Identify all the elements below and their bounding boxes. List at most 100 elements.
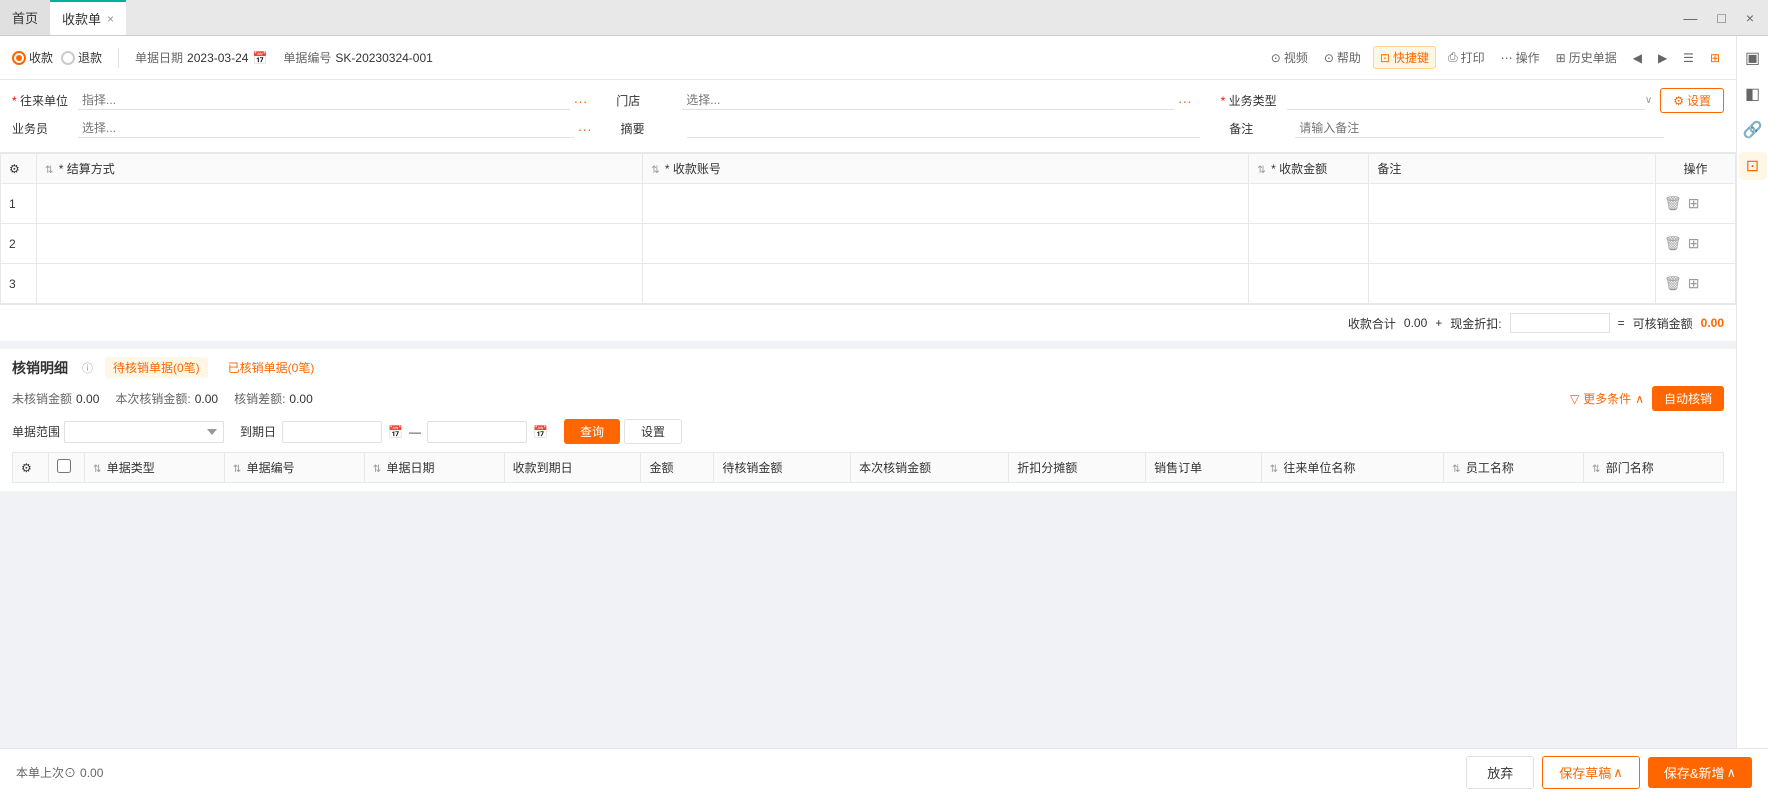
- discount-input[interactable]: [1510, 313, 1610, 333]
- counterpart-input[interactable]: [78, 91, 570, 110]
- nuclear-check-all[interactable]: [57, 459, 71, 473]
- toolbar: 收款 退款 单据日期 2023-03-24 📅 单据编号 SK-20230324…: [0, 36, 1736, 80]
- settings-btn[interactable]: ⚙ 设置: [1660, 88, 1724, 113]
- calendar-from-icon[interactable]: 📅: [388, 425, 403, 439]
- refund-radio[interactable]: 退款: [61, 49, 102, 66]
- calendar-to-icon[interactable]: 📅: [533, 425, 548, 439]
- row-3-account[interactable]: [643, 264, 1249, 304]
- done-tab[interactable]: 已核销单据(0笔): [220, 357, 323, 378]
- business-type-label: 业务类型: [1221, 92, 1281, 109]
- row-2-account[interactable]: [643, 224, 1249, 264]
- table-row: 2 🗑 ⊞: [1, 224, 1736, 264]
- nuclear-sales-col: 销售订单: [1146, 453, 1262, 483]
- row-2-delete-icon[interactable]: 🗑: [1664, 235, 1682, 252]
- print-btn[interactable]: ⎙ 打印: [1444, 47, 1489, 68]
- tab-receipt[interactable]: 收款单 ×: [50, 0, 126, 35]
- nuclear-section: 核销明细 ⓘ 待核销单据(0笔) 已核销单据(0笔) 未核销金额 0.00 本次…: [0, 349, 1736, 491]
- type-sort-icon: ⇅: [93, 464, 101, 475]
- row-2-copy-icon[interactable]: ⊞: [1688, 235, 1700, 252]
- save-new-btn[interactable]: 保存&新增 ∧: [1648, 757, 1752, 788]
- date-from-input[interactable]: 2022-04-01: [282, 421, 382, 443]
- per-page-label: 本单上次⊙: [16, 764, 76, 781]
- tab-home[interactable]: 首页: [0, 0, 50, 35]
- actions-icon: ⋯: [1501, 51, 1513, 65]
- query-btn[interactable]: 查询: [564, 419, 620, 444]
- scope-selector: 单据范围: [12, 421, 224, 443]
- counterpart-label: 往来单位: [12, 92, 72, 109]
- row-1-remark[interactable]: [1369, 184, 1656, 224]
- sidebar-icon-4[interactable]: ⊡: [1739, 152, 1767, 180]
- auto-nuclear-btn[interactable]: 自动核销: [1652, 386, 1724, 411]
- settings-col-header[interactable]: ⚙: [1, 154, 37, 184]
- counterpart-more-icon[interactable]: ···: [574, 93, 588, 109]
- filter-right: ▽ 更多条件 ∧ 自动核销: [1570, 386, 1724, 411]
- tab-close-icon[interactable]: ×: [107, 12, 114, 26]
- query-btn-group: 查询 设置: [564, 419, 682, 444]
- remark-input[interactable]: [1295, 119, 1664, 138]
- nuclear-header-row: ⚙ ⇅ 单据类型 ⇅ 单据编号 ⇅ 单据日期: [13, 453, 1724, 483]
- list-view-btn[interactable]: ☰: [1679, 49, 1698, 67]
- pending-tab[interactable]: 待核销单据(0笔): [105, 357, 208, 378]
- store-more-icon[interactable]: ···: [1178, 93, 1192, 109]
- row-1-copy-icon[interactable]: ⊞: [1688, 195, 1700, 212]
- account-col-header: ⇅ * 收款账号: [643, 154, 1249, 184]
- date-calendar-icon[interactable]: 📅: [252, 51, 267, 65]
- sidebar-icon-1[interactable]: ▣: [1739, 44, 1767, 72]
- history-btn[interactable]: ⊞ 历史单据: [1552, 47, 1621, 68]
- total-value: 0.00: [1404, 316, 1427, 330]
- nuclear-info-icon[interactable]: ⓘ: [82, 360, 93, 376]
- staff-more-icon[interactable]: ···: [578, 121, 592, 137]
- video-icon: ⊙: [1271, 51, 1281, 65]
- video-btn[interactable]: ⊙ 视频: [1267, 47, 1312, 68]
- tab-receipt-label: 收款单: [62, 9, 101, 28]
- summary-field: 摘要: [621, 119, 1201, 138]
- store-input[interactable]: [682, 91, 1174, 110]
- filter-row: 单据范围 到期日 2022-04-01 📅 — 2022-04-12 📅 查询 …: [12, 419, 1724, 444]
- row-3-delete-icon[interactable]: 🗑: [1664, 275, 1682, 292]
- help-btn[interactable]: ⊙ 帮助: [1320, 47, 1365, 68]
- discard-btn[interactable]: 放弃: [1466, 756, 1534, 789]
- row-1-num: 1: [1, 184, 37, 224]
- nuclear-settings-btn[interactable]: 设置: [624, 419, 682, 444]
- row-3-num: 3: [1, 264, 37, 304]
- actions-btn[interactable]: ⋯ 操作: [1497, 47, 1544, 68]
- row-3-remark[interactable]: [1369, 264, 1656, 304]
- toolbar-right: ⊙ 视频 ⊙ 帮助 ⊡ 快捷键 ⎙ 打印 ⋯ 操作 ⊞ 历史单据: [1267, 46, 1724, 69]
- row-2-amount[interactable]: [1249, 224, 1369, 264]
- date-to-input[interactable]: 2022-04-12: [427, 421, 527, 443]
- row-2-remark[interactable]: [1369, 224, 1656, 264]
- row-3-copy-icon[interactable]: ⊞: [1688, 275, 1700, 292]
- table-row: 1 🗑 ⊞: [1, 184, 1736, 224]
- sidebar-icon-3[interactable]: 🔗: [1739, 116, 1767, 144]
- row-1-account[interactable]: [643, 184, 1249, 224]
- row-3-amount[interactable]: [1249, 264, 1369, 304]
- draft-btn[interactable]: 保存草稿 ∧: [1542, 756, 1640, 789]
- grid-view-btn[interactable]: ⊞: [1706, 49, 1724, 67]
- row-3-settlement[interactable]: [37, 264, 643, 304]
- shortcut-btn[interactable]: ⊡ 快捷键: [1373, 46, 1436, 69]
- business-type-input[interactable]: 预收款: [1287, 91, 1645, 110]
- more-conditions-btn[interactable]: ▽ 更多条件 ∧: [1570, 390, 1644, 407]
- scope-select[interactable]: [64, 421, 224, 443]
- row-1-amount[interactable]: [1249, 184, 1369, 224]
- actions-col-header: 操作: [1656, 154, 1736, 184]
- row-1-delete-icon[interactable]: 🗑: [1664, 195, 1682, 212]
- doc-no-label: 单据编号: [283, 49, 331, 66]
- row-2-settlement[interactable]: [37, 224, 643, 264]
- staff-input[interactable]: [78, 119, 574, 138]
- win-maximize-btn[interactable]: □: [1711, 8, 1731, 28]
- next-btn[interactable]: ▶: [1654, 49, 1671, 67]
- receipt-radio[interactable]: 收款: [12, 49, 53, 66]
- summary-input[interactable]: [687, 119, 1201, 138]
- date-value: 2023-03-24: [187, 51, 248, 65]
- win-close-btn[interactable]: ×: [1740, 8, 1760, 28]
- staff-sort-icon: ⇅: [1452, 464, 1460, 475]
- row-1-settlement[interactable]: [37, 184, 643, 224]
- nuclear-settings-col[interactable]: ⚙: [13, 453, 49, 483]
- win-minimize-btn[interactable]: —: [1677, 8, 1703, 28]
- row-3-actions: 🗑 ⊞: [1656, 264, 1736, 304]
- sidebar-icon-2[interactable]: ◧: [1739, 80, 1767, 108]
- nuclear-counterpart-col: ⇅ 往来单位名称: [1261, 453, 1444, 483]
- prev-btn[interactable]: ◀: [1629, 49, 1646, 67]
- unchecked-label: 未核销金额 0.00: [12, 390, 99, 407]
